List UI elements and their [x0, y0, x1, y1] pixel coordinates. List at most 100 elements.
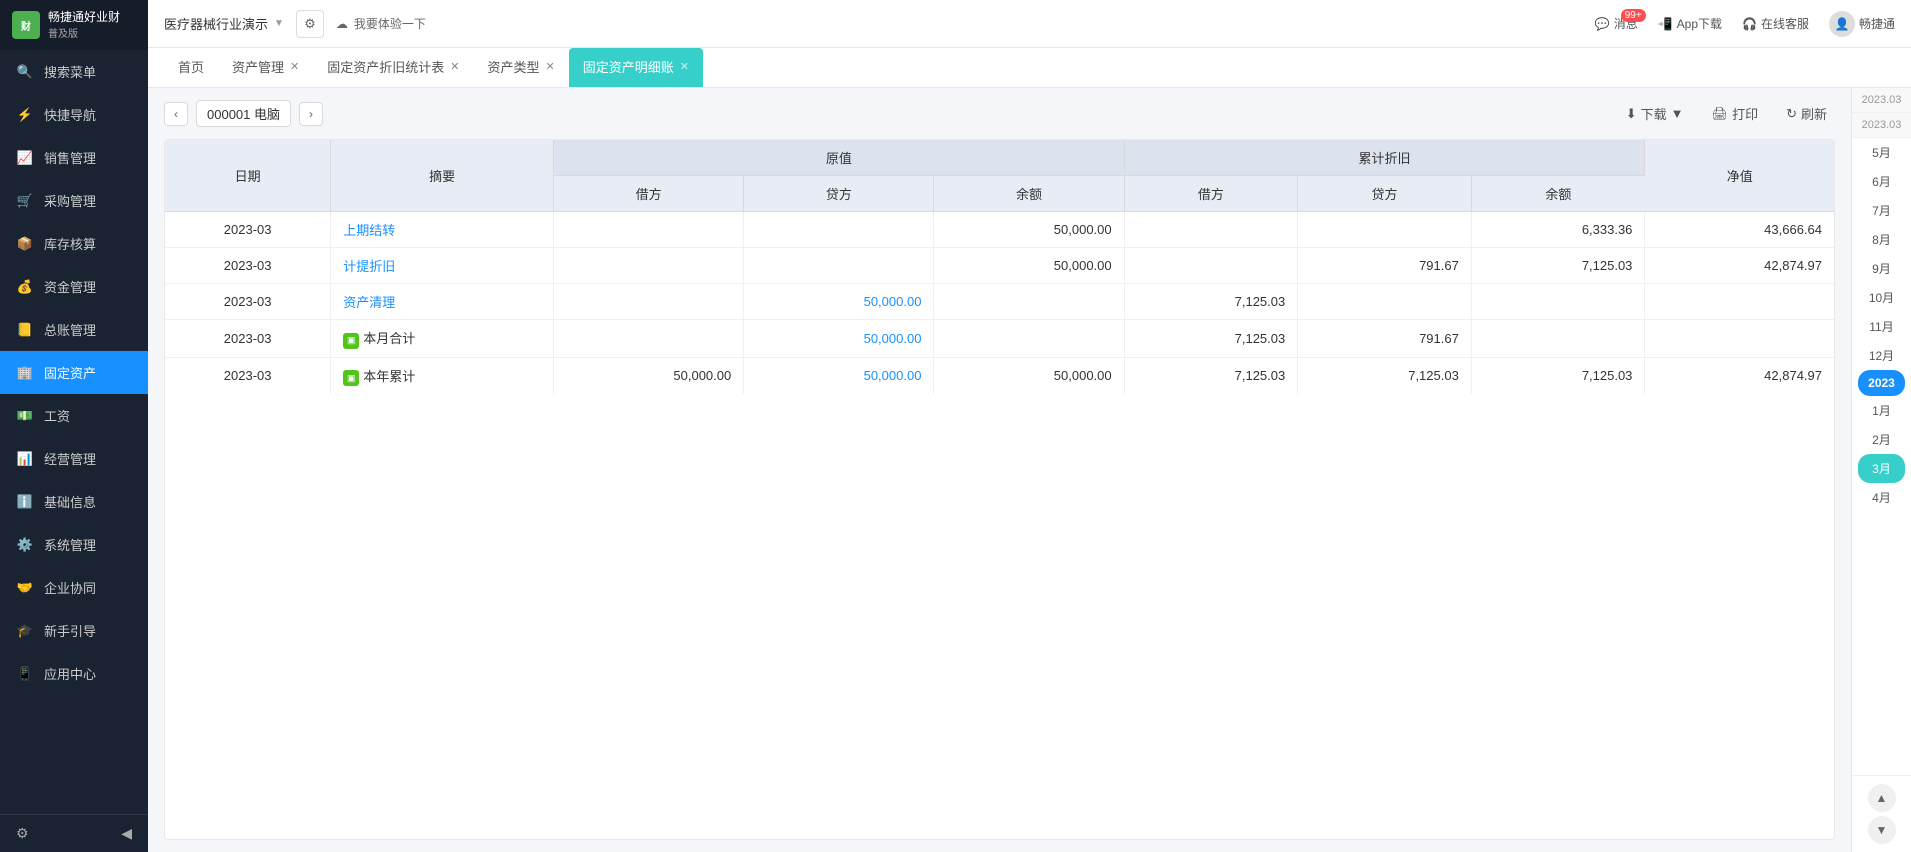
calendar-header-1: 2023.03 [1852, 88, 1911, 113]
sidebar-item-operations[interactable]: 📊 经营管理 [0, 437, 148, 480]
cell-net-value: 42,874.97 [1645, 248, 1834, 284]
calendar-months: 5月 6月 7月 8月 9月 10月 11月 12月 2023 1月 2月 3月… [1852, 138, 1911, 775]
th-accum-debit: 借方 [1124, 176, 1298, 212]
sidebar-item-fixed-assets[interactable]: 🏢 固定资产 [0, 351, 148, 394]
month-6[interactable]: 6月 [1852, 167, 1911, 196]
download-arrow: ▼ [1671, 106, 1684, 121]
cell-net-value: 42,874.97 [1645, 357, 1834, 394]
month-1[interactable]: 1月 [1852, 396, 1911, 425]
cell-summary: 计提折旧 [331, 248, 554, 284]
cell-date: 2023-03 [165, 212, 331, 248]
month-12[interactable]: 12月 [1852, 341, 1911, 370]
tag-green-icon: ▣ [343, 333, 359, 349]
tab-close-asset-detail[interactable]: ✕ [680, 60, 689, 73]
online-service-button[interactable]: 🎧 在线客服 [1742, 15, 1809, 32]
month-8[interactable]: 8月 [1852, 225, 1911, 254]
cell-orig-balance: 50,000.00 [934, 248, 1124, 284]
money-icon: 💰 [16, 278, 34, 296]
message-icon: 💬 [1595, 17, 1610, 31]
gear-icon: ⚙️ [16, 536, 34, 554]
sidebar-item-guide[interactable]: 🎓 新手引导 [0, 609, 148, 652]
sidebar-item-sales[interactable]: 📈 销售管理 [0, 136, 148, 179]
month-2[interactable]: 2月 [1852, 425, 1911, 454]
tab-close-depreciation-stats[interactable]: ✕ [450, 60, 459, 73]
th-net-value: 净值 [1645, 140, 1834, 212]
refresh-icon: ↻ [1786, 106, 1797, 122]
sidebar-item-ledger[interactable]: 📒 总账管理 [0, 308, 148, 351]
tab-close-asset-type[interactable]: ✕ [546, 60, 555, 73]
tab-depreciation-stats[interactable]: 固定资产折旧统计表 ✕ [313, 48, 473, 87]
cell-summary: ▣本月合计 [331, 320, 554, 358]
sidebar-item-app-center[interactable]: 📱 应用中心 [0, 652, 148, 695]
download-button[interactable]: ⬇ 下载 ▼ [1618, 100, 1692, 127]
sidebar-item-basic-info[interactable]: ℹ️ 基础信息 [0, 480, 148, 523]
user-button[interactable]: 👤 畅捷通 [1829, 11, 1895, 37]
th-original-value-group: 原值 [554, 140, 1125, 176]
cell-orig-debit [554, 320, 744, 358]
content-main: ‹ 000001 电脑 › ⬇ 下载 ▼ 🖨 打印 [148, 88, 1851, 852]
cell-summary: 上期结转 [331, 212, 554, 248]
company-selector[interactable]: 医疗器械行业演示 ▼ [164, 14, 284, 33]
settings-button[interactable]: ⚙ [296, 10, 324, 38]
cell-accum-debit: 7,125.03 [1124, 357, 1298, 394]
print-button[interactable]: 🖨 打印 [1704, 100, 1767, 127]
messages-button[interactable]: 💬 消息 99+ [1595, 15, 1638, 32]
month-9[interactable]: 9月 [1852, 254, 1911, 283]
cell-orig-balance [934, 284, 1124, 320]
sidebar-item-funds[interactable]: 💰 资金管理 [0, 265, 148, 308]
cell-accum-balance: 7,125.03 [1471, 248, 1645, 284]
sidebar-item-inventory[interactable]: 📦 库存核算 [0, 222, 148, 265]
cell-accum-credit [1298, 212, 1472, 248]
app-download-button[interactable]: 📲 App下载 [1658, 15, 1722, 32]
refresh-button[interactable]: ↻ 刷新 [1778, 100, 1835, 127]
sidebar-item-payroll[interactable]: 💵 工资 [0, 394, 148, 437]
month-11[interactable]: 11月 [1852, 312, 1911, 341]
cell-orig-credit: 50,000.00 [744, 320, 934, 358]
download-icon: ⬇ [1626, 106, 1637, 122]
printer-icon: 🖨 [1712, 106, 1729, 122]
month-5[interactable]: 5月 [1852, 138, 1911, 167]
asset-next-button[interactable]: › [299, 102, 323, 126]
cell-accum-balance: 7,125.03 [1471, 357, 1645, 394]
sidebar: 财 畅捷通好业财 普及版 🔍 搜索菜单 ⚡ 快捷导航 📈 销售管理 🛒 采购管理… [0, 0, 148, 852]
month-7[interactable]: 7月 [1852, 196, 1911, 225]
calendar-up-button[interactable]: ▲ [1868, 784, 1896, 812]
experience-button[interactable]: ☁ 我要体验一下 [336, 15, 426, 32]
sidebar-item-purchase[interactable]: 🛒 采购管理 [0, 179, 148, 222]
collapse-icon[interactable]: ◀ [121, 825, 132, 842]
tab-close-asset-mgmt[interactable]: ✕ [290, 60, 299, 73]
tab-asset-detail[interactable]: 固定资产明细账 ✕ [569, 48, 703, 87]
year-badge-2023[interactable]: 2023 [1858, 370, 1905, 396]
cell-accum-debit: 7,125.03 [1124, 320, 1298, 358]
cell-orig-balance [934, 320, 1124, 358]
sidebar-item-system[interactable]: ⚙️ 系统管理 [0, 523, 148, 566]
tab-asset-type[interactable]: 资产类型 ✕ [473, 48, 568, 87]
cell-accum-debit: 7,125.03 [1124, 284, 1298, 320]
cell-date: 2023-03 [165, 284, 331, 320]
th-orig-credit: 贷方 [744, 176, 934, 212]
sidebar-menu: 🔍 搜索菜单 ⚡ 快捷导航 📈 销售管理 🛒 采购管理 📦 库存核算 💰 资金管… [0, 50, 148, 814]
month-3-active[interactable]: 3月 [1858, 454, 1905, 483]
cell-summary: ▣本年累计 [331, 357, 554, 394]
dollar-icon: 💵 [16, 407, 34, 425]
month-4[interactable]: 4月 [1852, 483, 1911, 512]
cell-orig-credit: 50,000.00 [744, 284, 934, 320]
info-icon: ℹ️ [16, 493, 34, 511]
book-icon: 📒 [16, 321, 34, 339]
cell-accum-credit: 791.67 [1298, 320, 1472, 358]
th-date: 日期 [165, 140, 331, 212]
table-row: 2023-03 资产清理 50,000.00 7,125.03 [165, 284, 1834, 320]
tab-home[interactable]: 首页 [164, 48, 218, 87]
table-row: 2023-03 计提折旧 50,000.00 791.67 7,125.03 4… [165, 248, 1834, 284]
table-row: 2023-03 上期结转 50,000.00 6,333.36 43,666.6… [165, 212, 1834, 248]
tab-asset-mgmt[interactable]: 资产管理 ✕ [218, 48, 313, 87]
calendar-down-button[interactable]: ▼ [1868, 816, 1896, 844]
settings-bottom-icon[interactable]: ⚙ [16, 825, 29, 842]
sidebar-item-search[interactable]: 🔍 搜索菜单 [0, 50, 148, 93]
sidebar-item-quick-nav[interactable]: ⚡ 快捷导航 [0, 93, 148, 136]
month-10[interactable]: 10月 [1852, 283, 1911, 312]
asset-prev-button[interactable]: ‹ [164, 102, 188, 126]
sidebar-item-enterprise[interactable]: 🤝 企业协同 [0, 566, 148, 609]
handshake-icon: 🤝 [16, 579, 34, 597]
calendar-actions: ▲ ▼ [1852, 775, 1911, 852]
